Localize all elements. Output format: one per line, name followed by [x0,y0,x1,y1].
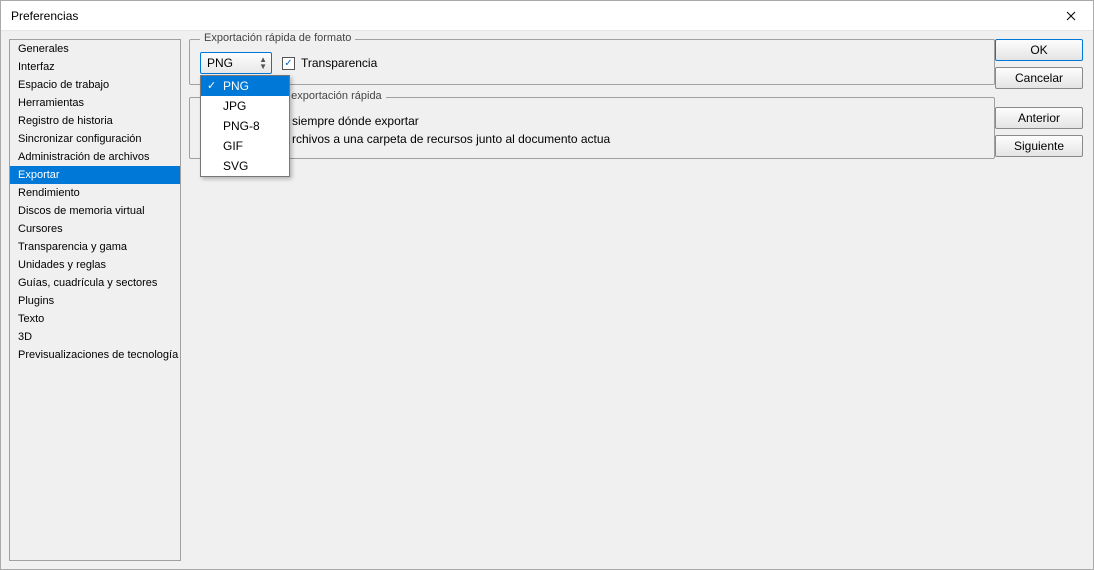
dropdown-option-svg[interactable]: SVG [201,156,289,176]
option-label: rchivos a una carpeta de recursos junto … [292,132,610,146]
section-quick-export-location: e exportación rápida siempre dónde expor… [189,97,995,159]
format-select[interactable]: PNG ▲▼ PNGJPGPNG-8GIFSVG [200,52,272,74]
section-quick-export-format: Exportación rápida de formato PNG ▲▼ PNG… [189,39,995,85]
sidebar-item-sincronizar-configuración[interactable]: Sincronizar configuración [10,130,180,148]
ok-button[interactable]: OK [995,39,1083,61]
section-title: e exportación rápida [278,90,386,102]
sidebar: GeneralesInterfazEspacio de trabajoHerra… [9,39,181,561]
cancel-button[interactable]: Cancelar [995,67,1083,89]
sidebar-item-guías,-cuadrícula-y-sectores[interactable]: Guías, cuadrícula y sectores [10,274,180,292]
main-panel: Exportación rápida de formato PNG ▲▼ PNG… [189,31,995,569]
format-select-value: PNG [207,56,233,70]
option-label: siempre dónde exportar [292,114,419,128]
sidebar-item-exportar[interactable]: Exportar [10,166,180,184]
transparency-checkbox[interactable]: ✓ [282,57,295,70]
sidebar-item-unidades-y-reglas[interactable]: Unidades y reglas [10,256,180,274]
sidebar-item-3d[interactable]: 3D [10,328,180,346]
format-dropdown: PNGJPGPNG-8GIFSVG [200,75,290,177]
section-title: Exportación rápida de formato [200,32,355,44]
dropdown-option-png-8[interactable]: PNG-8 [201,116,289,136]
sidebar-item-interfaz[interactable]: Interfaz [10,58,180,76]
transparency-label: Transparencia [301,56,377,70]
sidebar-item-generales[interactable]: Generales [10,40,180,58]
sidebar-item-espacio-de-trabajo[interactable]: Espacio de trabajo [10,76,180,94]
close-button[interactable] [1049,1,1093,31]
sidebar-item-registro-de-historia[interactable]: Registro de historia [10,112,180,130]
titlebar: Preferencias [1,1,1093,31]
select-arrows-icon: ▲▼ [259,56,267,70]
dropdown-option-jpg[interactable]: JPG [201,96,289,116]
dropdown-option-png[interactable]: PNG [201,76,289,96]
sidebar-item-rendimiento[interactable]: Rendimiento [10,184,180,202]
sidebar-item-previsualizaciones-de-tecnología[interactable]: Previsualizaciones de tecnología [10,346,180,364]
sidebar-item-administración-de-archivos[interactable]: Administración de archivos [10,148,180,166]
sidebar-item-transparencia-y-gama[interactable]: Transparencia y gama [10,238,180,256]
window-title: Preferencias [11,9,78,23]
prev-button[interactable]: Anterior [995,107,1083,129]
sidebar-item-cursores[interactable]: Cursores [10,220,180,238]
sidebar-item-herramientas[interactable]: Herramientas [10,94,180,112]
next-button[interactable]: Siguiente [995,135,1083,157]
sidebar-item-texto[interactable]: Texto [10,310,180,328]
sidebar-item-discos-de-memoria-virtual[interactable]: Discos de memoria virtual [10,202,180,220]
close-icon [1066,11,1076,21]
sidebar-item-plugins[interactable]: Plugins [10,292,180,310]
dropdown-option-gif[interactable]: GIF [201,136,289,156]
dialog-buttons: OK Cancelar Anterior Siguiente [995,31,1093,569]
